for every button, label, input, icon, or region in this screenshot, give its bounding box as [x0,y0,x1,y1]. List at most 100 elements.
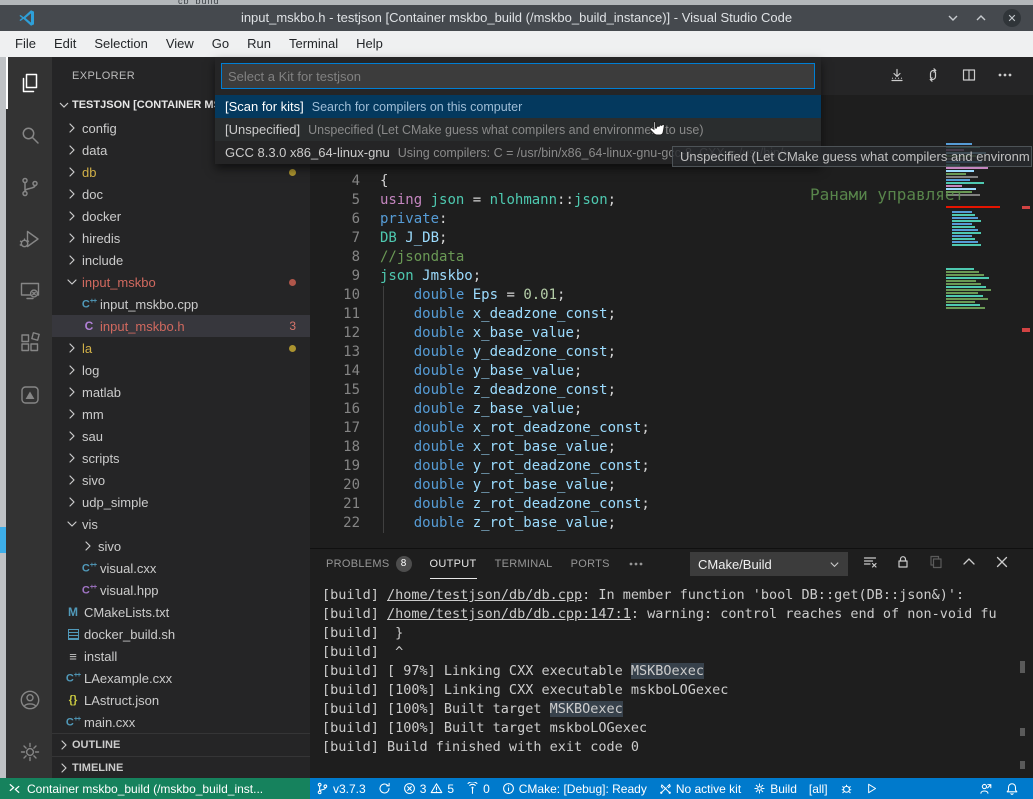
status-build-target[interactable]: [all] [803,782,834,796]
status-cmake-version[interactable]: v3.7.3 [310,782,372,796]
file-link[interactable]: /home/testjson/db/db.cpp [387,587,582,603]
status-active-kit[interactable]: No active kit [653,782,747,796]
more-actions-icon[interactable] [995,65,1015,85]
quick-pick-input[interactable] [222,64,814,88]
tree-file-install[interactable]: ≡ install [52,645,310,667]
window-maximize-button[interactable] [971,8,991,28]
output-line: [build] [ 97%] Linking CXX executable MS… [322,663,705,679]
tree-item-label: CMakeLists.txt [84,604,170,620]
status-cmake-build[interactable]: Build [747,782,803,796]
tree-file-input_mskbo.cpp[interactable]: C++ input_mskbo.cpp [52,293,310,315]
kit-tooltip: Unspecified (Let CMake guess what compil… [672,146,1032,167]
window-close-button[interactable]: ✕ [1003,9,1021,27]
tree-item-label: sau [82,428,103,444]
remote-indicator[interactable]: Container mskbo_build (/mskbo_build_inst… [0,778,310,799]
menu-help[interactable]: Help [347,31,392,57]
tree-file-main.cxx[interactable]: C++ main.cxx [52,711,310,733]
tree-folder-sivo[interactable]: sivo [52,535,310,557]
output-channel-select[interactable]: CMake/Build [690,552,848,576]
file-link[interactable]: /home/testjson/db/db.cpp:147:1 [387,606,631,622]
status-sync[interactable] [372,782,397,795]
tree-folder-hiredis[interactable]: hiredis [52,227,310,249]
switch-header-source-icon[interactable] [923,65,943,85]
tree-folder-log[interactable]: log [52,359,310,381]
menu-terminal[interactable]: Terminal [280,31,347,57]
menu-edit[interactable]: Edit [45,31,85,57]
status-cmake-status[interactable]: CMake: [Debug]: Ready [496,782,653,796]
tree-file-visual.cxx[interactable]: C++ visual.cxx [52,557,310,579]
code-text: json Jmskbo; [380,268,482,284]
activity-extensions[interactable] [6,317,52,369]
status-launch[interactable] [859,782,884,795]
line-number: 15 [343,382,360,398]
tree-folder-include[interactable]: include [52,249,310,271]
debug-icon [18,227,42,251]
clear-output-icon[interactable] [861,553,879,571]
tree-item-label: data [82,142,108,158]
tree-file-cmakelists.txt[interactable]: M CMakeLists.txt [52,601,310,623]
tree-folder-input_mskbo[interactable]: input_mskbo [52,271,310,293]
tree-file-laexample.cxx[interactable]: C++ LAexample.cxx [52,667,310,689]
activity-manage[interactable] [6,726,52,778]
panel-more-actions-icon[interactable] [628,550,644,579]
section-outline[interactable]: OUTLINE [52,733,310,756]
error-dot-badge [289,278,296,286]
modified-dot-badge [289,344,296,352]
activity-cmake-tools[interactable] [6,369,52,421]
tree-file-visual.hpp[interactable]: C++ visual.hpp [52,579,310,601]
status-notifications[interactable] [999,782,1025,796]
panel-tab-problems[interactable]: PROBLEMS 8 [326,550,412,579]
tree-file-docker_build.sh[interactable]: docker_build.sh [52,623,310,645]
tree-folder-matlab[interactable]: matlab [52,381,310,403]
panel-tabs: PROBLEMS 8 OUTPUT TERMINAL PORTS [310,550,644,579]
run-below-icon[interactable] [887,65,907,85]
tree-file-lastruct.json[interactable]: {} LAstruct.json [52,689,310,711]
tree-folder-sau[interactable]: sau [52,425,310,447]
kit-option-1[interactable]: [Unspecified] Unspecified (Let CMake gues… [215,118,821,141]
close-panel-icon[interactable] [993,553,1011,571]
problems-count-badge: 8 [395,555,412,572]
activity-explorer[interactable] [6,57,52,109]
status-feedback[interactable] [973,782,999,796]
panel-tab-ports[interactable]: PORTS [571,550,610,579]
status-debug[interactable] [834,782,859,795]
tree-folder-mm[interactable]: mm [52,403,310,425]
panel-tab-terminal[interactable]: TERMINAL [495,550,553,579]
status-problems-label: 3 [419,781,427,796]
tree-folder-sivo[interactable]: sivo [52,469,310,491]
status-active-kit-label: No active kit [675,781,742,796]
bell-icon [1005,782,1019,796]
activity-search[interactable] [6,109,52,161]
status-problems[interactable]: 35 [397,782,460,796]
menu-file[interactable]: File [6,31,45,57]
activity-accounts[interactable] [6,674,52,726]
tree-file-input_mskbo.h[interactable]: Cinput_mskbo.h 3 [52,315,310,337]
tree-folder-scripts[interactable]: scripts [52,447,310,469]
split-editor-icon[interactable] [959,65,979,85]
section-timeline[interactable]: TIMELINE [52,756,310,778]
tree-folder-db[interactable]: db [52,161,310,183]
tree-folder-udp_simple[interactable]: udp_simple [52,491,310,513]
tree-folder-la[interactable]: la [52,337,310,359]
cmake-file-icon: M [68,605,78,619]
window-title: input_mskbo.h - testjson [Container mskb… [240,10,793,25]
menu-view[interactable]: View [157,31,203,57]
activity-run-and-debug[interactable] [6,213,52,265]
menu-run[interactable]: Run [238,31,280,57]
maximize-panel-icon[interactable] [960,553,978,571]
tree-folder-vis[interactable]: vis [52,513,310,535]
menu-selection[interactable]: Selection [85,31,156,57]
tree-folder-docker[interactable]: docker [52,205,310,227]
line-number: 17 [343,420,360,436]
scroll-lock-icon[interactable] [894,553,912,571]
activity-source-control[interactable] [6,161,52,213]
git-icon [18,175,42,199]
status-ports[interactable]: 0 [460,782,496,796]
activity-remote-explorer[interactable] [6,265,52,317]
output-line: [build] [100%] Linking CXX executable ms… [322,682,729,698]
menu-go[interactable]: Go [203,31,238,57]
panel-tab-output[interactable]: OUTPUT [429,550,477,579]
kit-option-0[interactable]: [Scan for kits] Search for compilers on t… [215,95,821,118]
tree-folder-doc[interactable]: doc [52,183,310,205]
window-minimize-button[interactable] [943,8,963,28]
